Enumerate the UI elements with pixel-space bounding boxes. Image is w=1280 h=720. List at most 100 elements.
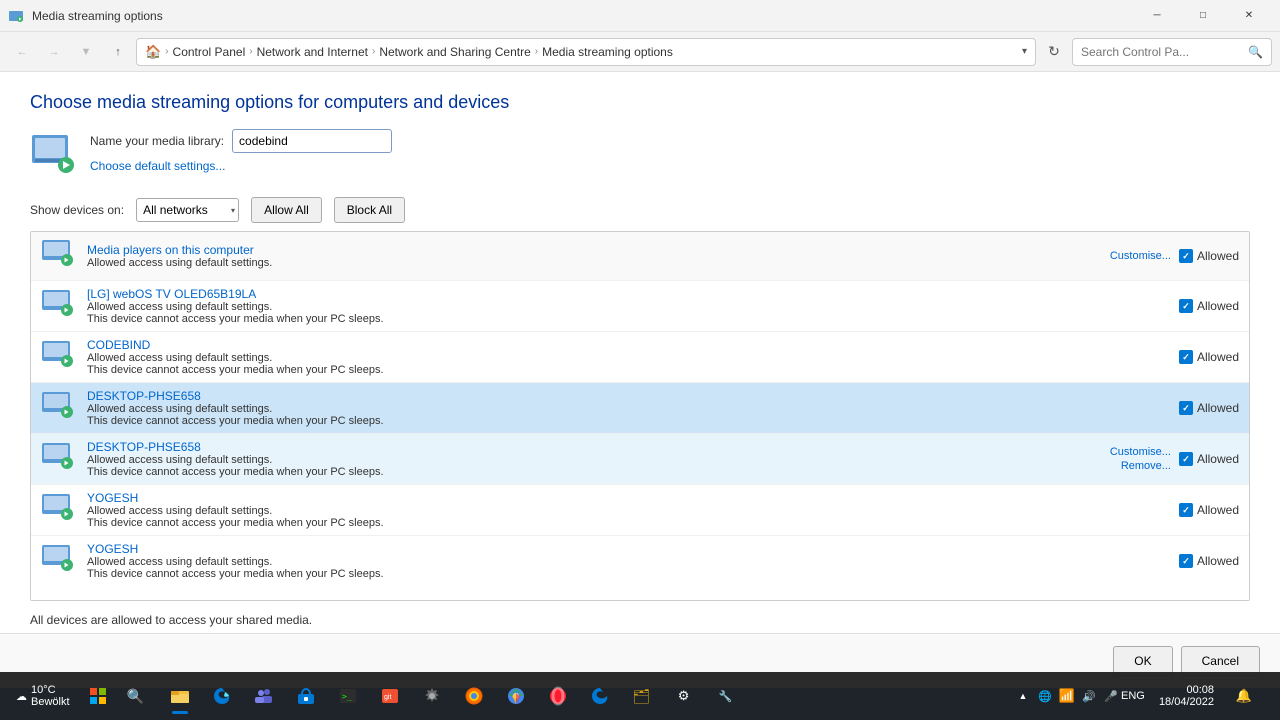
customise-link[interactable]: Customise... (1110, 250, 1171, 262)
show-devices-select[interactable]: All networks Local network Internet (136, 198, 239, 222)
microphone-icon[interactable]: 🎤 (1103, 688, 1119, 704)
choose-defaults-link[interactable]: Choose default settings... (90, 159, 392, 173)
tray-expand-icon[interactable]: ▲ (1015, 688, 1031, 704)
breadcrumb-control-panel[interactable]: Control Panel (173, 45, 246, 59)
device-name[interactable]: [LG] webOS TV OLED65B19LA (87, 287, 1179, 301)
clock-date: 18/04/2022 (1159, 696, 1214, 708)
device-status: Allowed access using default settings. (87, 301, 1179, 313)
device-item: YOGESH Allowed access using default sett… (31, 536, 1249, 586)
device-icon (41, 543, 77, 579)
device-info: YOGESH Allowed access using default sett… (87, 491, 1179, 529)
device-name[interactable]: YOGESH (87, 542, 1179, 556)
allowed-checkbox[interactable] (1179, 299, 1193, 313)
taskbar-search-icon: 🔍 (127, 688, 144, 705)
show-desktop-button[interactable] (1266, 676, 1272, 716)
device-name[interactable]: DESKTOP-PHSE658 (87, 440, 1110, 454)
allowed-label: Allowed (1197, 401, 1239, 415)
recent-button[interactable]: ▼ (72, 38, 100, 66)
device-allowed: Allowed (1179, 350, 1239, 364)
library-name-form: Name your media library: Choose default … (90, 129, 392, 173)
taskbar-terminal[interactable]: >_ (328, 676, 368, 716)
allowed-checkbox[interactable] (1179, 249, 1193, 263)
library-name-input[interactable] (232, 129, 392, 153)
taskbar-store[interactable] (286, 676, 326, 716)
remove-link[interactable]: Remove... (1121, 460, 1171, 472)
device-allowed: Allowed (1179, 452, 1239, 466)
notification-button[interactable]: 🔔 (1224, 676, 1264, 716)
allowed-checkbox[interactable] (1179, 401, 1193, 415)
taskbar-chrome[interactable] (496, 676, 536, 716)
system-tray: ▲ 🌐 📶 🔊 🎤 ENG (1007, 688, 1149, 704)
weather-condition: Bewölkt (31, 696, 70, 708)
device-name[interactable]: YOGESH (87, 491, 1179, 505)
taskbar-opera[interactable] (538, 676, 578, 716)
search-input[interactable] (1081, 45, 1244, 59)
taskbar-settings[interactable] (412, 676, 452, 716)
device-name[interactable]: Media players on this computer (87, 243, 1110, 257)
back-button[interactable]: ← (8, 38, 36, 66)
taskbar-edge[interactable] (202, 676, 242, 716)
forward-button[interactable]: → (40, 38, 68, 66)
taskbar-unknown[interactable]: 🗂 (622, 676, 662, 716)
allowed-checkbox[interactable] (1179, 503, 1193, 517)
device-icon (41, 441, 77, 477)
device-allowed: Allowed (1179, 503, 1239, 517)
breadcrumb-current: Media streaming options (542, 45, 673, 59)
allowed-checkbox[interactable] (1179, 350, 1193, 364)
clock-time: 00:08 (1186, 684, 1214, 696)
device-icon (41, 339, 77, 375)
customise-link[interactable]: Customise... (1110, 446, 1171, 458)
breadcrumb-network-internet[interactable]: Network and Internet (257, 45, 368, 59)
weather-temp: 10°C (31, 684, 70, 696)
weather-widget[interactable]: ☁ 10°C Bewölkt (8, 680, 78, 712)
taskbar-explorer[interactable] (160, 676, 200, 716)
allowed-checkbox[interactable] (1179, 554, 1193, 568)
taskbar-browser[interactable] (454, 676, 494, 716)
minimize-button[interactable]: ─ (1134, 0, 1180, 32)
device-allowed: Allowed (1179, 249, 1239, 263)
allow-all-button[interactable]: Allow All (251, 197, 322, 223)
device-status: Allowed access using default settings. (87, 454, 1110, 466)
allowed-checkbox[interactable] (1179, 452, 1193, 466)
device-item: Media players on this computer Allowed a… (31, 232, 1249, 281)
close-button[interactable]: ✕ (1226, 0, 1272, 32)
taskbar-teams[interactable] (244, 676, 284, 716)
taskbar-clock[interactable]: 00:08 18/04/2022 (1151, 684, 1222, 708)
device-info: [LG] webOS TV OLED65B19LA Allowed access… (87, 287, 1179, 325)
taskbar-search-button[interactable]: 🔍 (118, 678, 154, 714)
refresh-button[interactable]: ↻ (1040, 38, 1068, 66)
breadcrumb-network-sharing[interactable]: Network and Sharing Centre (379, 45, 530, 59)
volume-icon[interactable]: 🔊 (1081, 688, 1097, 704)
address-bar: 🏠 › Control Panel › Network and Internet… (136, 38, 1036, 66)
taskbar-tray[interactable]: 🔧 (706, 676, 746, 716)
device-item: DESKTOP-PHSE658 Allowed access using def… (31, 383, 1249, 434)
device-info: Media players on this computer Allowed a… (87, 243, 1110, 269)
search-icon[interactable]: 🔍 (1248, 45, 1263, 59)
taskbar-git[interactable]: git (370, 676, 410, 716)
network-icon[interactable]: 🌐 (1037, 688, 1053, 704)
up-button[interactable]: ↑ (104, 38, 132, 66)
device-sleep: This device cannot access your media whe… (87, 364, 1179, 376)
device-status: Allowed access using default settings. (87, 257, 1110, 269)
taskbar-settings2[interactable]: ⚙ (664, 676, 704, 716)
block-all-button[interactable]: Block All (334, 197, 405, 223)
taskbar-edge2[interactable] (580, 676, 620, 716)
allowed-label: Allowed (1197, 452, 1239, 466)
weather-info: 10°C Bewölkt (31, 684, 70, 708)
title-bar: Media streaming options ─ □ ✕ (0, 0, 1280, 32)
device-info: YOGESH Allowed access using default sett… (87, 542, 1179, 580)
unknown-icon: 🗂 (633, 688, 651, 705)
language-indicator[interactable]: ENG (1125, 688, 1141, 704)
home-icon: 🏠 (145, 44, 161, 60)
address-dropdown-icon[interactable]: ▾ (1022, 46, 1027, 57)
start-button[interactable] (80, 678, 116, 714)
device-name[interactable]: CODEBIND (87, 338, 1179, 352)
wifi-icon[interactable]: 📶 (1059, 688, 1075, 704)
device-allowed: Allowed (1179, 554, 1239, 568)
page-title: Choose media streaming options for compu… (30, 92, 1250, 113)
device-status: Allowed access using default settings. (87, 556, 1179, 568)
device-name[interactable]: DESKTOP-PHSE658 (87, 389, 1179, 403)
maximize-button[interactable]: □ (1180, 0, 1226, 32)
window-controls: ─ □ ✕ (1134, 0, 1272, 32)
device-icon (41, 288, 77, 324)
